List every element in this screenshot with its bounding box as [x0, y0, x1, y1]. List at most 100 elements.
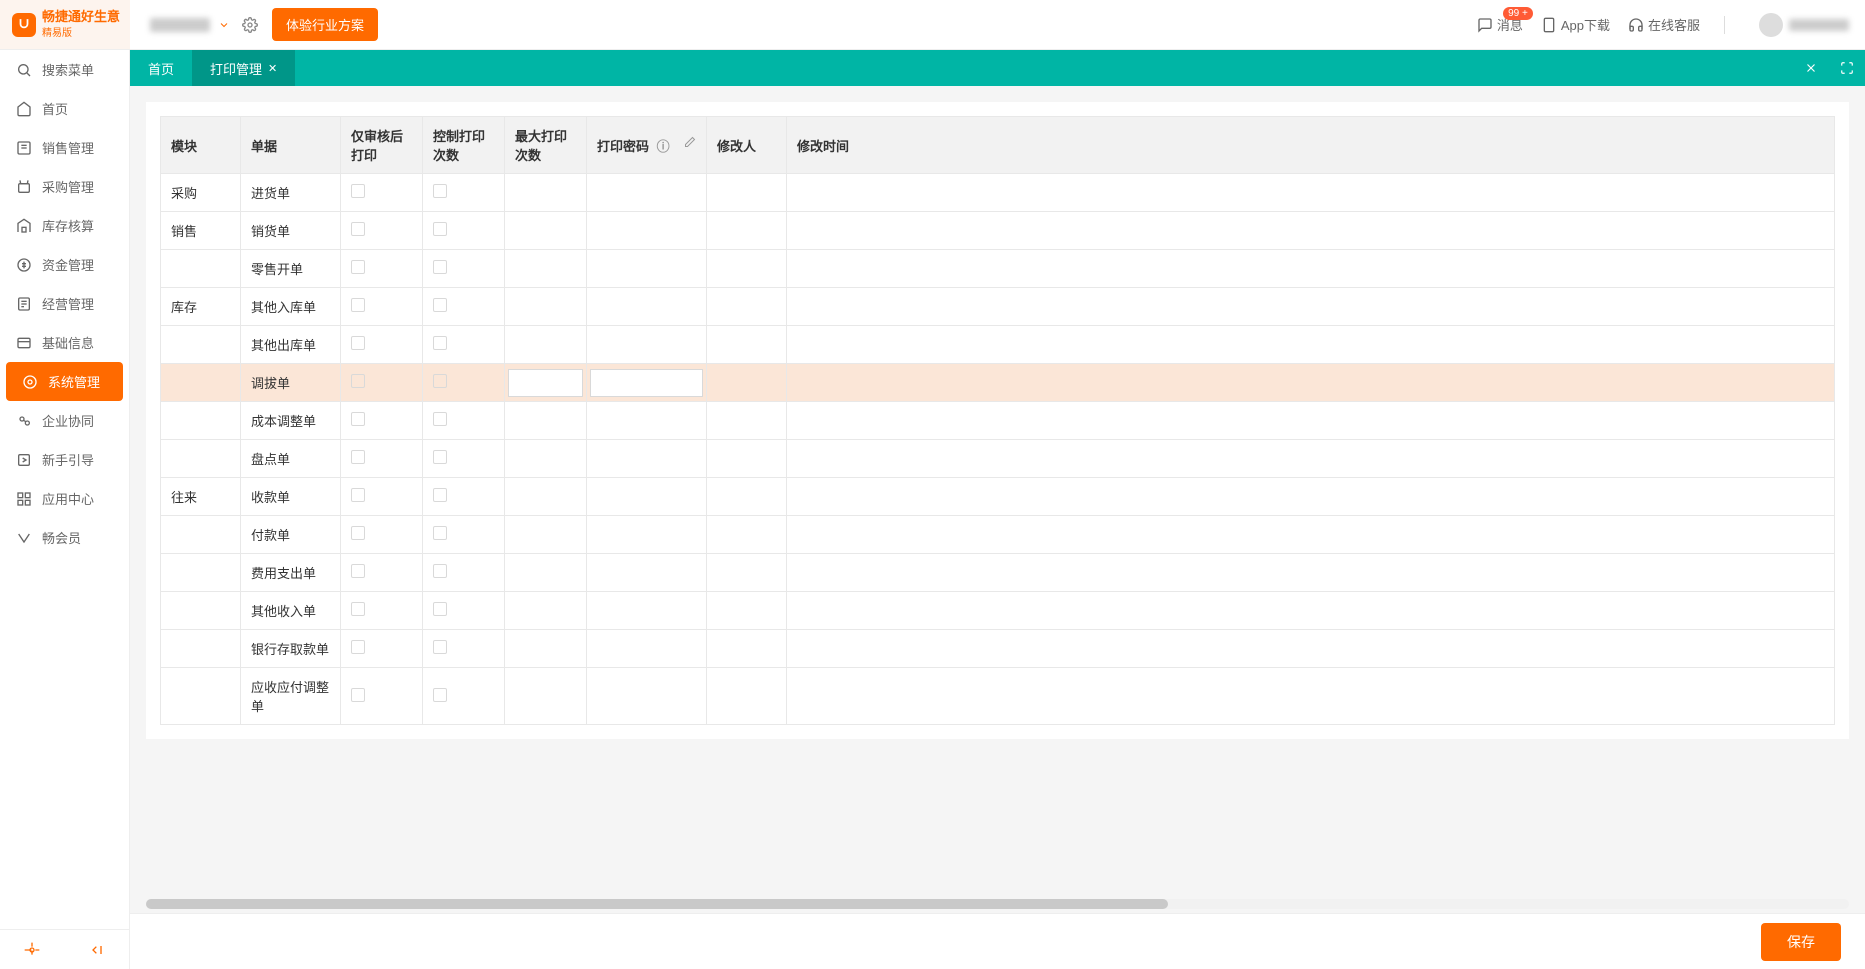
- cell-doc: 零售开单: [241, 250, 341, 288]
- logo-icon: [12, 13, 36, 37]
- edit-icon[interactable]: [684, 136, 696, 148]
- cell-module: [161, 630, 241, 668]
- cell-modifier: [707, 516, 787, 554]
- sidebar-item-collab[interactable]: 企业协同: [0, 401, 129, 440]
- sidebar-item-purchase[interactable]: 采购管理: [0, 167, 129, 206]
- cell-max-count: [505, 250, 587, 288]
- control-count-checkbox[interactable]: [433, 640, 447, 654]
- table-row: 调拔单: [161, 364, 1835, 402]
- approved-only-checkbox[interactable]: [351, 298, 365, 312]
- online-service-button[interactable]: 在线客服: [1628, 15, 1700, 34]
- cell-modify-time: [787, 402, 1835, 440]
- cell-max-count: [505, 440, 587, 478]
- fullscreen-icon[interactable]: [1829, 50, 1865, 86]
- sidebar-item-guide[interactable]: 新手引导: [0, 440, 129, 479]
- control-count-checkbox[interactable]: [433, 564, 447, 578]
- cell-doc: 费用支出单: [241, 554, 341, 592]
- approved-only-checkbox[interactable]: [351, 688, 365, 702]
- control-count-checkbox[interactable]: [433, 450, 447, 464]
- sidebar-item-sales[interactable]: 销售管理: [0, 128, 129, 167]
- approved-only-checkbox[interactable]: [351, 640, 365, 654]
- sidebar-item-system[interactable]: 系统管理: [6, 362, 123, 401]
- app-download-button[interactable]: App下载: [1541, 15, 1610, 34]
- cell-max-count: [505, 516, 587, 554]
- cell-approved-only: [341, 212, 423, 250]
- control-count-checkbox[interactable]: [433, 688, 447, 702]
- column-header-password: 打印密码 ⓘ: [587, 117, 707, 174]
- gear-icon[interactable]: [242, 17, 258, 33]
- sidebar-item-funds[interactable]: 资金管理: [0, 245, 129, 284]
- sidebar-item-label: 基础信息: [42, 333, 94, 352]
- column-header-doc: 单据: [241, 117, 341, 174]
- cell-modify-time: [787, 212, 1835, 250]
- help-icon[interactable]: ⓘ: [657, 139, 670, 154]
- sidebar-item-business[interactable]: 经营管理: [0, 284, 129, 323]
- approved-only-checkbox[interactable]: [351, 526, 365, 540]
- approved-only-checkbox[interactable]: [351, 450, 365, 464]
- company-selector[interactable]: [150, 18, 230, 32]
- settings-icon[interactable]: [24, 942, 40, 958]
- user-menu[interactable]: [1759, 13, 1849, 37]
- cell-approved-only: [341, 478, 423, 516]
- chevron-down-icon: [218, 19, 230, 31]
- approved-only-checkbox[interactable]: [351, 184, 365, 198]
- save-button[interactable]: 保存: [1761, 923, 1841, 961]
- approved-only-checkbox[interactable]: [351, 602, 365, 616]
- control-count-checkbox[interactable]: [433, 488, 447, 502]
- control-count-checkbox[interactable]: [433, 336, 447, 350]
- approved-only-checkbox[interactable]: [351, 260, 365, 274]
- sidebar-item-search-menu[interactable]: 搜索菜单: [0, 50, 129, 89]
- close-icon[interactable]: ✕: [268, 62, 277, 75]
- cell-modifier: [707, 440, 787, 478]
- cell-approved-only: [341, 630, 423, 668]
- sidebar-item-basic[interactable]: 基础信息: [0, 323, 129, 362]
- horizontal-scrollbar[interactable]: [146, 899, 1849, 909]
- control-count-checkbox[interactable]: [433, 412, 447, 426]
- control-count-checkbox[interactable]: [433, 184, 447, 198]
- sidebar-item-appcenter[interactable]: 应用中心: [0, 479, 129, 518]
- control-count-checkbox[interactable]: [433, 222, 447, 236]
- approved-only-checkbox[interactable]: [351, 488, 365, 502]
- cell-max-count: [505, 402, 587, 440]
- cell-control-count: [423, 402, 505, 440]
- cell-modifier: [707, 668, 787, 725]
- password-input[interactable]: [590, 369, 703, 397]
- cell-modifier: [707, 630, 787, 668]
- message-button[interactable]: 消息 99 +: [1477, 15, 1523, 34]
- cell-doc: 调拔单: [241, 364, 341, 402]
- cell-control-count: [423, 592, 505, 630]
- cell-doc: 银行存取款单: [241, 630, 341, 668]
- cell-modify-time: [787, 250, 1835, 288]
- sidebar-item-inventory[interactable]: 库存核算: [0, 206, 129, 245]
- sidebar-item-label: 资金管理: [42, 255, 94, 274]
- cell-approved-only: [341, 554, 423, 592]
- tab-print[interactable]: 打印管理✕: [192, 50, 295, 86]
- logo-subtext: 精易版: [42, 24, 120, 39]
- sidebar-item-member[interactable]: 畅会员: [0, 518, 129, 557]
- approved-only-checkbox[interactable]: [351, 336, 365, 350]
- tab-close-all-icon[interactable]: [1793, 50, 1829, 86]
- approved-only-checkbox[interactable]: [351, 412, 365, 426]
- control-count-checkbox[interactable]: [433, 260, 447, 274]
- approved-only-checkbox[interactable]: [351, 564, 365, 578]
- table-row: 其他出库单: [161, 326, 1835, 364]
- control-count-checkbox[interactable]: [433, 526, 447, 540]
- sidebar-item-label: 首页: [42, 99, 68, 118]
- control-count-checkbox[interactable]: [433, 602, 447, 616]
- basic-icon: [16, 335, 32, 351]
- sidebar-item-home[interactable]: 首页: [0, 89, 129, 128]
- cell-module: [161, 554, 241, 592]
- experience-plan-button[interactable]: 体验行业方案: [272, 8, 378, 41]
- approved-only-checkbox[interactable]: [351, 374, 365, 388]
- tab-home[interactable]: 首页: [130, 50, 192, 86]
- control-count-checkbox[interactable]: [433, 374, 447, 388]
- message-badge: 99 +: [1503, 7, 1533, 20]
- cell-password: [587, 554, 707, 592]
- control-count-checkbox[interactable]: [433, 298, 447, 312]
- cell-approved-only: [341, 288, 423, 326]
- approved-only-checkbox[interactable]: [351, 222, 365, 236]
- cell-approved-only: [341, 250, 423, 288]
- collapse-icon[interactable]: [89, 942, 105, 958]
- max-count-input[interactable]: [508, 369, 583, 397]
- cell-max-count: [505, 630, 587, 668]
